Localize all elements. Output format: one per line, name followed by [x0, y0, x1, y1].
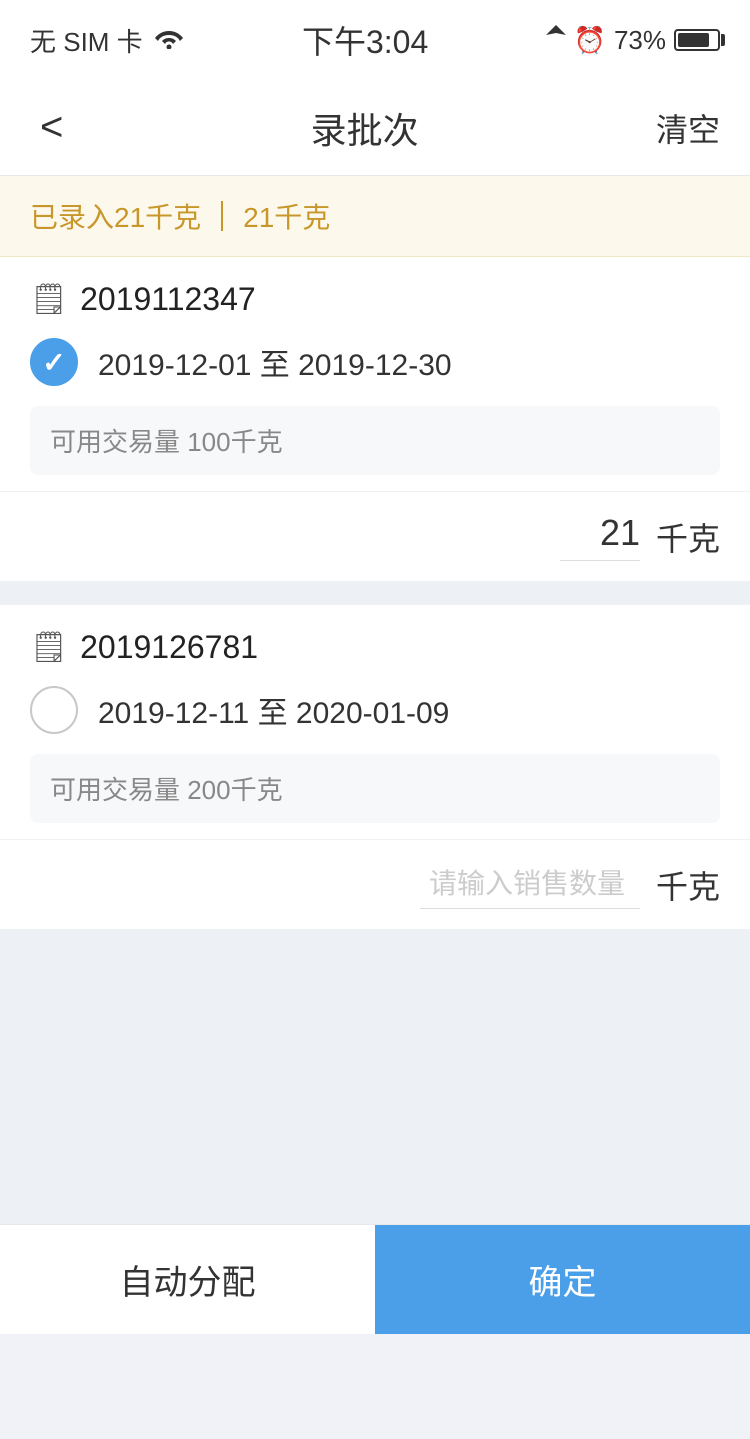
battery-icon [674, 29, 720, 51]
battery-label: 73% [614, 25, 666, 56]
quantity-unit-1: 千克 [656, 514, 720, 560]
clear-button[interactable]: 清空 [656, 105, 720, 151]
page-title: 录批次 [311, 102, 419, 154]
total-label: 21千克 [243, 196, 330, 236]
batch-stock-2: 可用交易量 200千克 [30, 754, 720, 823]
batch-row-1[interactable]: ✓ 2019-12-01 至 2019-12-30 [0, 328, 750, 396]
quantity-input-2[interactable] [420, 860, 640, 909]
quantity-row-1: 21 千克 [0, 491, 750, 581]
carrier-label: 无 SIM 卡 [30, 22, 143, 59]
quantity-unit-2: 千克 [656, 862, 720, 908]
quantity-row-2: 千克 [0, 839, 750, 929]
batch-id-1: 2019112347 [80, 281, 256, 318]
time-label: 下午3:04 [302, 17, 428, 63]
radio-1[interactable]: ✓ [30, 338, 78, 386]
separator-1 [0, 581, 750, 605]
back-button[interactable]: < [30, 95, 73, 160]
batch-item-2: 🗒 2019126781 2019-12-11 至 2020-01-09 可用交… [0, 605, 750, 929]
confirm-button[interactable]: 确定 [375, 1225, 750, 1334]
check-icon-1: ✓ [42, 346, 65, 379]
recorded-label: 已录入21千克 [30, 196, 201, 236]
batch-stock-1: 可用交易量 100千克 [30, 406, 720, 475]
info-divider [221, 201, 223, 231]
batch-row-2[interactable]: 2019-12-11 至 2020-01-09 [0, 676, 750, 744]
batch-item-1: 🗒 2019112347 ✓ 2019-12-01 至 2019-12-30 可… [0, 257, 750, 581]
batch-header-1: 🗒 2019112347 [0, 257, 750, 328]
batch-date-2: 2019-12-11 至 2020-01-09 [98, 688, 449, 732]
bottom-bar: 自动分配 确定 [0, 1224, 750, 1334]
batch-icon-2: 🗒 [30, 630, 68, 665]
nav-bar: < 录批次 清空 [0, 80, 750, 176]
status-right: ⏰ 73% [546, 25, 720, 56]
alarm-icon: ⏰ [574, 25, 606, 56]
status-bar: 无 SIM 卡 下午3:04 ⏰ 73% [0, 0, 750, 80]
batch-icon-1: 🗒 [30, 282, 68, 317]
auto-distribute-button[interactable]: 自动分配 [0, 1225, 375, 1334]
quantity-value-1: 21 [560, 512, 640, 561]
batch-date-1: 2019-12-01 至 2019-12-30 [98, 340, 452, 384]
radio-2[interactable] [30, 686, 78, 734]
location-icon [546, 25, 566, 56]
batch-id-2: 2019126781 [80, 629, 258, 666]
wifi-icon [153, 25, 185, 56]
info-banner: 已录入21千克 21千克 [0, 176, 750, 257]
batch-header-2: 🗒 2019126781 [0, 605, 750, 676]
status-left: 无 SIM 卡 [30, 22, 185, 59]
